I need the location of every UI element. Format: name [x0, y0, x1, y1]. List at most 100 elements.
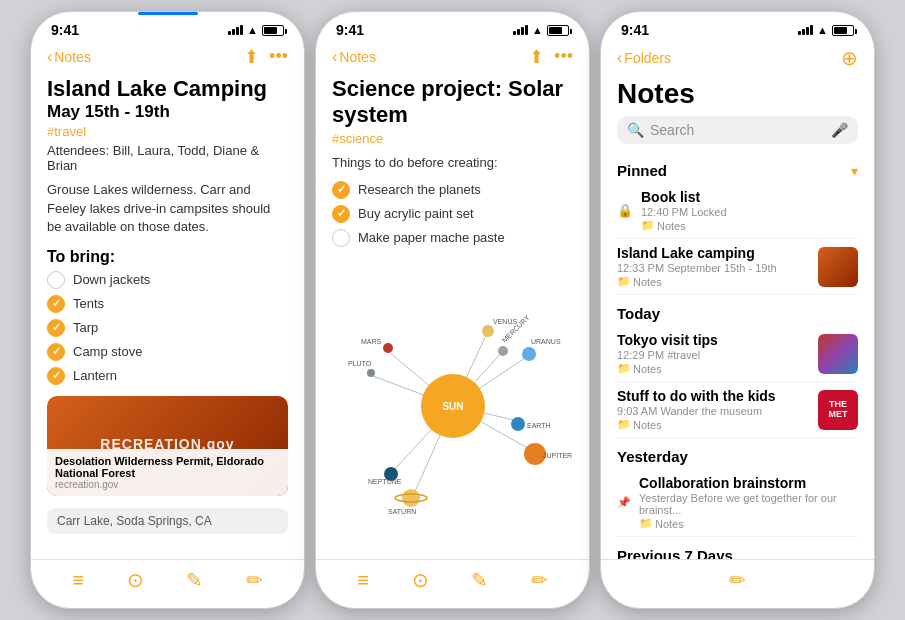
note-title-camping-list: Island Lake camping — [617, 245, 810, 261]
svg-text:PLUTO: PLUTO — [348, 360, 372, 367]
note-row-kids[interactable]: Stuff to do with the kids 9:03 AM Wander… — [617, 382, 858, 438]
list-icon-2[interactable]: ≡ — [357, 569, 369, 592]
sci-check-0: Research the planets — [316, 178, 589, 202]
checkbox-1[interactable] — [47, 295, 65, 313]
status-icons-2: ▲ — [513, 24, 569, 36]
signal-icon-2 — [513, 25, 528, 35]
checklist-item-4: Lantern — [31, 364, 304, 388]
prev7-section-header: Previous 7 Days — [617, 537, 858, 559]
toolbar-1: ≡ ⊙ ✎ ✏ — [31, 559, 304, 608]
toolbar-3: ✏ — [601, 559, 874, 608]
phone-notes-list: 9:41 ▲ ‹ Folders ⊕ — [600, 11, 875, 609]
back-button-2[interactable]: ‹ Notes — [332, 48, 376, 66]
note-info-collab: Collaboration brainstorm Yesterday Befor… — [639, 475, 858, 530]
list-icon[interactable]: ≡ — [72, 569, 84, 592]
compose-icon-3[interactable]: ✏ — [729, 568, 746, 592]
share-button[interactable]: ⬆ — [244, 46, 259, 68]
svg-text:MARS: MARS — [361, 338, 382, 345]
svg-text:NEPTUNE: NEPTUNE — [368, 478, 402, 485]
compose-icon-2[interactable]: ✏ — [531, 568, 548, 592]
note-tag-camping: #travel — [31, 122, 304, 141]
note-folder-kids: 📁 Notes — [617, 418, 810, 431]
note-meta-kids: 9:03 AM Wander the museum — [617, 405, 810, 417]
checklist-label-2: Tarp — [73, 320, 98, 335]
thumb-camping — [818, 247, 858, 287]
signal-icon — [228, 25, 243, 35]
to-bring-header: To bring: — [31, 242, 304, 268]
wifi-icon: ▲ — [247, 24, 258, 36]
science-intro: Things to do before creating: — [316, 148, 589, 178]
today-section-header: Today — [617, 295, 858, 326]
chevron-down-icon[interactable]: ▾ — [851, 163, 858, 179]
note-row-tokyo[interactable]: Tokyo visit tips 12:29 PM #travel 📁 Note… — [617, 326, 858, 382]
chevron-back-icon: ‹ — [47, 48, 52, 66]
mic-icon[interactable]: 🎤 — [831, 122, 848, 138]
pinned-title: Pinned — [617, 162, 667, 179]
status-bar-3: 9:41 ▲ — [601, 12, 874, 42]
notes-list-header: Notes 🔍 Search 🎤 — [601, 74, 874, 152]
checklist-item-1: Tents — [31, 292, 304, 316]
search-icon: 🔍 — [627, 122, 644, 138]
thumb-tokyo — [818, 334, 858, 374]
checklist-item-2: Tarp — [31, 316, 304, 340]
camera-icon[interactable]: ⊙ — [127, 568, 144, 592]
pencil-icon[interactable]: ✎ — [186, 568, 203, 592]
note-date-camping: May 15th - 19th — [31, 102, 304, 122]
search-bar[interactable]: 🔍 Search 🎤 — [617, 116, 858, 144]
camping-image: RECREATION.gov Desolation Wilderness Per… — [47, 396, 288, 496]
sci-label-1: Buy acrylic paint set — [358, 206, 474, 221]
sci-label-2: Make paper mache paste — [358, 230, 505, 245]
note-folder-tokyo: 📁 Notes — [617, 362, 810, 375]
checklist-label-1: Tents — [73, 296, 104, 311]
note-attendees: Attendees: Bill, Laura, Todd, Diane & Br… — [31, 141, 304, 175]
compose-icon[interactable]: ✏ — [246, 568, 263, 592]
today-title: Today — [617, 305, 660, 322]
phone-camping: 9:41 ▲ ‹ Notes ⬆ — [30, 11, 305, 609]
sci-checkbox-0[interactable] — [332, 181, 350, 199]
camera-icon-2[interactable]: ⊙ — [412, 568, 429, 592]
sci-check-1: Buy acrylic paint set — [316, 202, 589, 226]
time-2: 9:41 — [336, 22, 364, 38]
svg-point-26 — [522, 347, 536, 361]
science-tag: #science — [316, 129, 589, 148]
checkbox-4[interactable] — [47, 367, 65, 385]
folder-icon: 📁 — [641, 219, 655, 232]
sci-checkbox-1[interactable] — [332, 205, 350, 223]
sci-checkbox-2[interactable] — [332, 229, 350, 247]
share-button-2[interactable]: ⬆ — [529, 46, 544, 68]
svg-point-11 — [498, 346, 508, 356]
checklist-item-0: Down jackets — [31, 268, 304, 292]
pencil-icon-2[interactable]: ✎ — [471, 568, 488, 592]
checklist-label-0: Down jackets — [73, 272, 150, 287]
checkbox-3[interactable] — [47, 343, 65, 361]
checkbox-2[interactable] — [47, 319, 65, 337]
note-row-camping[interactable]: Island Lake camping 12:33 PM September 1… — [617, 239, 858, 295]
battery-icon-3 — [832, 25, 854, 36]
time-1: 9:41 — [51, 22, 79, 38]
nav-actions-2: ⬆ ••• — [529, 46, 573, 68]
svg-point-24 — [367, 369, 375, 377]
back-button-1[interactable]: ‹ Notes — [47, 48, 91, 66]
note-title-booklist: Book list — [641, 189, 858, 205]
notes-page-title: Notes — [617, 78, 858, 110]
sci-check-2: Make paper mache paste — [316, 226, 589, 250]
note-row-collab[interactable]: 📌 Collaboration brainstorm Yesterday Bef… — [617, 469, 858, 537]
back-label-2: Notes — [339, 49, 376, 65]
nav-bar-3: ‹ Folders ⊕ — [601, 42, 874, 74]
note-row-booklist[interactable]: 🔒 Book list 12:40 PM Locked 📁 Notes — [617, 183, 858, 239]
checkbox-0[interactable] — [47, 271, 65, 289]
add-note-button[interactable]: ⊕ — [841, 46, 858, 70]
note-info-tokyo: Tokyo visit tips 12:29 PM #travel 📁 Note… — [617, 332, 810, 375]
nav-actions-1: ⬆ ••• — [244, 46, 288, 68]
back-to-folders[interactable]: ‹ Folders — [617, 49, 671, 67]
note-folder-camping: 📁 Notes — [617, 275, 810, 288]
more-button-2[interactable]: ••• — [554, 46, 573, 68]
note-meta-booklist: 12:40 PM Locked — [641, 206, 858, 218]
note-info-booklist: Book list 12:40 PM Locked 📁 Notes — [641, 189, 858, 232]
note-meta-tokyo: 12:29 PM #travel — [617, 349, 810, 361]
svg-text:SATURN: SATURN — [388, 508, 416, 515]
yesterday-section-header: Yesterday — [617, 438, 858, 469]
status-icons-1: ▲ — [228, 24, 284, 36]
sci-label-0: Research the planets — [358, 182, 481, 197]
more-button[interactable]: ••• — [269, 46, 288, 68]
